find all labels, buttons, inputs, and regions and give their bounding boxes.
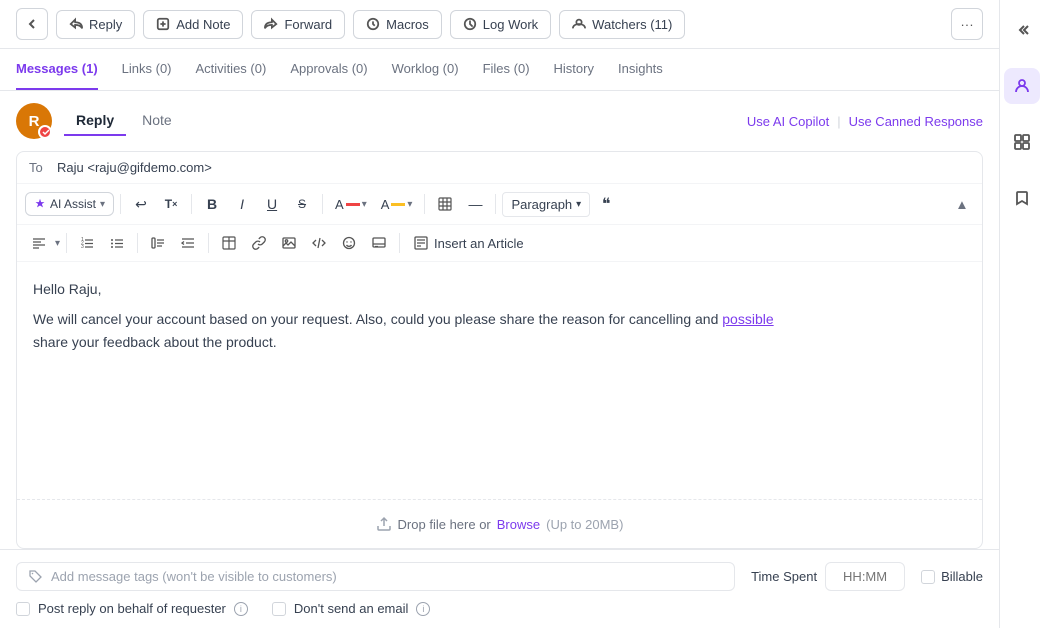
ai-actions: Use AI Copilot | Use Canned Response (747, 114, 983, 129)
quote-button[interactable]: ❝ (592, 190, 620, 218)
right-sidebar (999, 0, 1043, 628)
tab-activities[interactable]: Activities (0) (196, 49, 267, 90)
editor-content[interactable]: Hello Raju, We will cancel your account … (17, 262, 982, 499)
post-reply-checkbox[interactable] (16, 602, 30, 616)
time-spent: Time Spent (751, 562, 905, 591)
separator-7 (137, 233, 138, 253)
file-limit: (Up to 20MB) (546, 517, 623, 532)
editor-container: To Raju <raju@gifdemo.com> AI Assist ▾ ↩… (16, 151, 983, 549)
reply-header: R Reply Note Use AI Copilot | U (0, 91, 999, 151)
dont-send-label[interactable]: Don't send an email i (272, 601, 431, 616)
watchers-button[interactable]: Watchers (11) (559, 10, 685, 39)
dont-send-checkbox[interactable] (272, 602, 286, 616)
time-input[interactable] (825, 562, 905, 591)
format-toolbar-1: AI Assist ▾ ↩ T× B I U S A ▾ (17, 184, 982, 225)
to-value: Raju <raju@gifdemo.com> (57, 160, 212, 175)
format-toolbar-2: ▾ 1 2 3 (17, 225, 982, 262)
billable-check: Billable (921, 569, 983, 584)
paragraph-select[interactable]: Paragraph ▾ (502, 192, 590, 217)
tags-input[interactable]: Add message tags (won't be visible to cu… (16, 562, 735, 591)
table-button[interactable] (431, 190, 459, 218)
to-field: To Raju <raju@gifdemo.com> (17, 152, 982, 184)
browse-link[interactable]: Browse (497, 517, 540, 532)
block-quote-button[interactable] (144, 229, 172, 257)
reply-tab-note[interactable]: Note (130, 106, 184, 136)
separator-6 (66, 233, 67, 253)
collapse-button[interactable]: ▲ (950, 192, 974, 216)
tab-history[interactable]: History (554, 49, 594, 90)
log-work-button[interactable]: Log Work (450, 10, 551, 39)
emoji-button[interactable] (335, 229, 363, 257)
tab-worklog[interactable]: Worklog (0) (392, 49, 459, 90)
insert-article-button[interactable]: Insert an Article (406, 232, 532, 255)
separator-1 (120, 194, 121, 214)
font-color-button[interactable]: A ▾ (329, 193, 373, 216)
post-reply-label[interactable]: Post reply on behalf of requester i (16, 601, 248, 616)
tab-approvals[interactable]: Approvals (0) (290, 49, 367, 90)
table-insert-button[interactable] (215, 229, 243, 257)
contact-icon[interactable] (1004, 68, 1040, 104)
avatar-badge (38, 125, 52, 139)
dash-button[interactable]: — (461, 190, 489, 218)
underline-button[interactable]: U (258, 190, 286, 218)
tag-icon (29, 570, 43, 584)
outdent-button[interactable] (174, 229, 202, 257)
ai-assist-button[interactable]: AI Assist ▾ (25, 192, 114, 216)
signature-button[interactable] (365, 229, 393, 257)
bold-button[interactable]: B (198, 190, 226, 218)
drop-zone: Drop file here or Browse (Up to 20MB) (17, 499, 982, 548)
separator-2 (191, 194, 192, 214)
billable-checkbox[interactable] (921, 570, 935, 584)
reply-footer: Add message tags (won't be visible to cu… (0, 549, 999, 628)
top-toolbar: Reply Add Note Forward Macros Log Work W… (0, 0, 999, 49)
separator-4 (424, 194, 425, 214)
undo-button[interactable]: ↩ (127, 190, 155, 218)
format-code-button[interactable] (305, 229, 333, 257)
tab-messages[interactable]: Messages (1) (16, 49, 98, 90)
use-ai-copilot-link[interactable]: Use AI Copilot (747, 114, 829, 129)
apps-icon[interactable] (1004, 124, 1040, 160)
add-note-button[interactable]: Add Note (143, 10, 243, 39)
svg-text:3: 3 (81, 244, 84, 250)
ordered-list-button[interactable]: 1 2 3 (73, 229, 101, 257)
clear-format-button[interactable]: T× (157, 190, 185, 218)
tab-files[interactable]: Files (0) (483, 49, 530, 90)
avatar: R (16, 103, 52, 139)
to-label: To (29, 160, 49, 175)
align-left-button[interactable] (25, 229, 53, 257)
macros-button[interactable]: Macros (353, 10, 442, 39)
reply-tabs: Reply Note (64, 106, 184, 136)
footer-row-1: Add message tags (won't be visible to cu… (16, 562, 983, 591)
strikethrough-button[interactable]: S (288, 190, 316, 218)
greeting-text: Hello Raju, (33, 278, 966, 300)
collapse-sidebar-icon[interactable] (1004, 12, 1040, 48)
tab-insights[interactable]: Insights (618, 49, 663, 90)
align-chevron[interactable]: ▾ (55, 238, 60, 249)
upload-icon (376, 516, 392, 532)
forward-button[interactable]: Forward (251, 10, 345, 39)
reply-area: R Reply Note Use AI Copilot | U (0, 91, 999, 628)
reply-button[interactable]: Reply (56, 10, 135, 39)
bookmark-sidebar-icon[interactable] (1004, 180, 1040, 216)
reply-tab-reply[interactable]: Reply (64, 106, 126, 136)
possible-link: possible (722, 311, 773, 327)
post-reply-info-icon[interactable]: i (234, 602, 248, 616)
dont-send-info-icon[interactable]: i (416, 602, 430, 616)
tabs-bar: Messages (1) Links (0) Activities (0) Ap… (0, 49, 999, 91)
unordered-list-button[interactable] (103, 229, 131, 257)
separator-9 (399, 233, 400, 253)
highlight-button[interactable]: A ▾ (375, 193, 419, 216)
body-text: We will cancel your account based on you… (33, 308, 966, 353)
image-button[interactable] (275, 229, 303, 257)
use-canned-response-link[interactable]: Use Canned Response (849, 114, 983, 129)
separator-3 (322, 194, 323, 214)
more-options-button[interactable]: ··· (951, 8, 983, 40)
back-button[interactable] (16, 8, 48, 40)
link-button[interactable] (245, 229, 273, 257)
separator-8 (208, 233, 209, 253)
footer-row-2: Post reply on behalf of requester i Don'… (16, 601, 983, 616)
tab-links[interactable]: Links (0) (122, 49, 172, 90)
italic-button[interactable]: I (228, 190, 256, 218)
separator-5 (495, 194, 496, 214)
